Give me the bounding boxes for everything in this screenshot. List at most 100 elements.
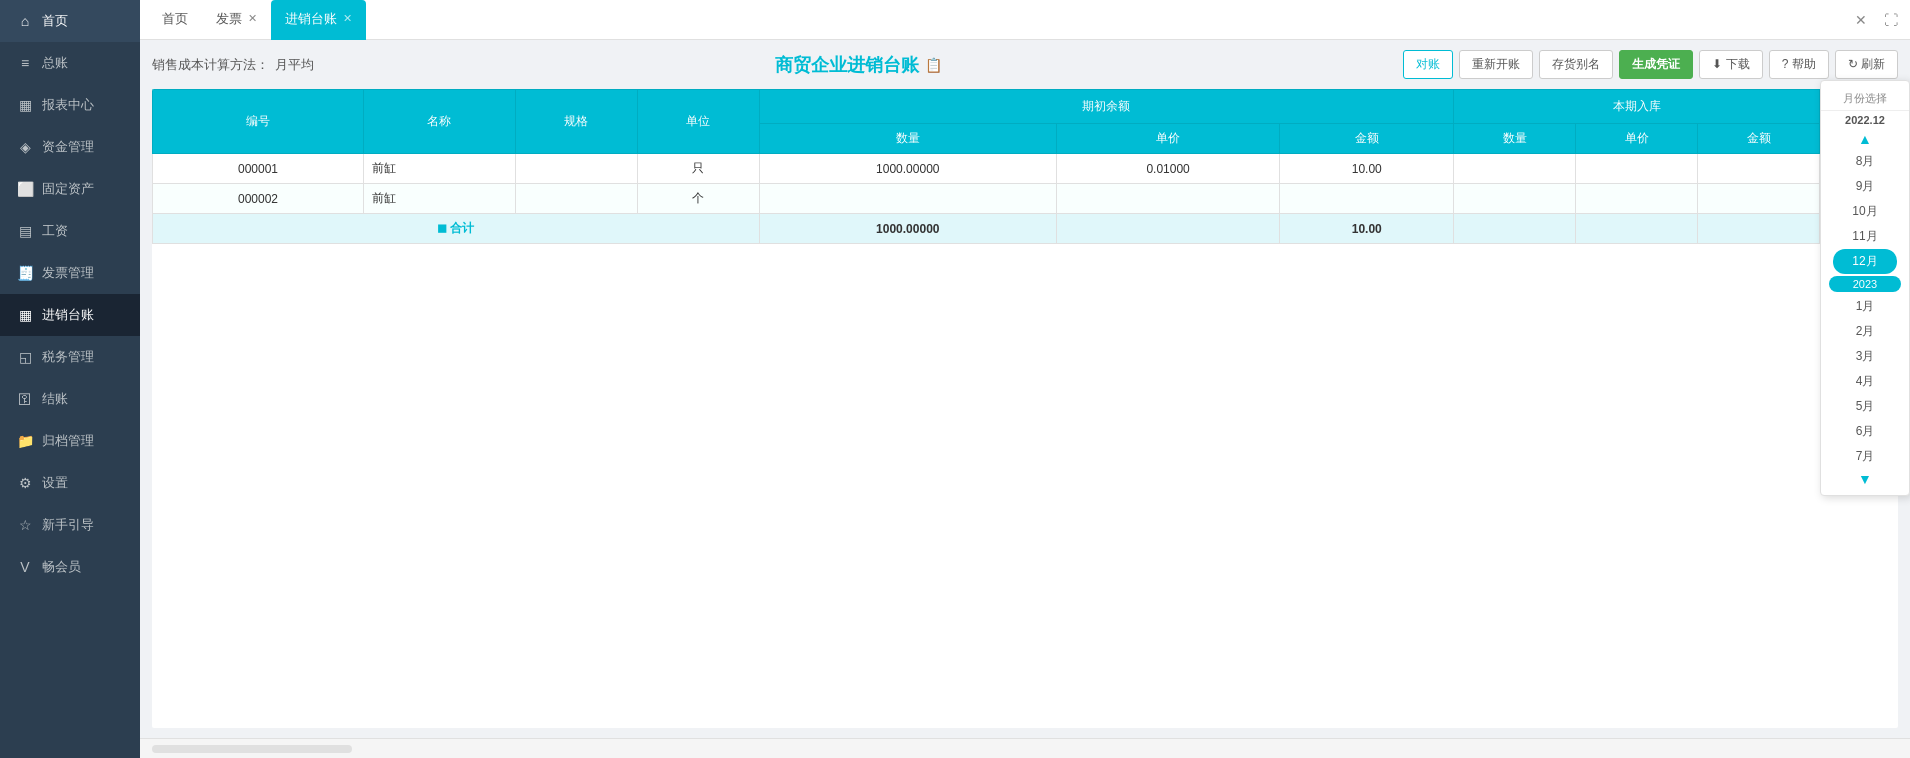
download-button[interactable]: ⬇ 下载: [1699, 50, 1762, 79]
total-label: ◼ 合计: [153, 214, 760, 244]
sidebar: ⌂ 首页 ≡ 总账 ▦ 报表中心 ◈ 资金管理 ⬜ 固定资产 ▤ 工资 🧾 发票…: [0, 0, 140, 758]
sidebar-item-ledger[interactable]: ≡ 总账: [0, 42, 140, 84]
table-row: 000001 前缸 只 1000.00000 0.01000 10.00: [153, 154, 1898, 184]
sidebar-item-archive[interactable]: 📁 归档管理: [0, 420, 140, 462]
main-content: 首页 发票 ✕ 进销台账 ✕ ✕ ⛶ 销售成本计算方法： 月平均 商贸企业进销台…: [140, 0, 1910, 758]
cost-method-label: 销售成本计算方法：: [152, 56, 269, 74]
sidebar-item-invoice-mgmt[interactable]: 🧾 发票管理: [0, 252, 140, 294]
month-2[interactable]: 2月: [1821, 319, 1909, 344]
reconcile-button[interactable]: 对账: [1403, 50, 1453, 79]
cell-spec: [515, 154, 637, 184]
col-sub-ob-amount: 金额: [1280, 124, 1454, 154]
tab-purchase-sales-close-icon[interactable]: ✕: [343, 12, 352, 25]
home-icon: ⌂: [16, 13, 34, 29]
col-sub-in-qty: 数量: [1454, 124, 1576, 154]
reopen-button[interactable]: 重新开账: [1459, 50, 1533, 79]
guide-icon: ☆: [16, 517, 34, 533]
sidebar-item-tax[interactable]: ◱ 税务管理: [0, 336, 140, 378]
cell-unit: 个: [637, 184, 759, 214]
month-7[interactable]: 7月: [1821, 444, 1909, 469]
cell-unit: 只: [637, 154, 759, 184]
month-panel-title: 月份选择: [1821, 87, 1909, 111]
month-12[interactable]: 12月: [1833, 249, 1897, 274]
tab-invoice[interactable]: 发票 ✕: [202, 0, 271, 40]
title-note-icon: 📋: [925, 57, 942, 73]
month-4[interactable]: 4月: [1821, 369, 1909, 394]
help-button[interactable]: ? 帮助: [1769, 50, 1829, 79]
total-in-amount: [1698, 214, 1820, 244]
total-in-unit-price: [1576, 214, 1698, 244]
funds-icon: ◈: [16, 139, 34, 155]
sidebar-item-member[interactable]: V 畅会员: [0, 546, 140, 588]
col-header-current-in: 本期入库: [1454, 90, 1820, 124]
archive-icon: 📁: [16, 433, 34, 449]
col-header-opening-balance: 期初余额: [759, 90, 1454, 124]
cell-ob-qty: 1000.00000: [759, 154, 1056, 184]
cell-ob-amount: 10.00: [1280, 154, 1454, 184]
purchase-sales-icon: ▦: [16, 307, 34, 323]
col-sub-ob-unit-price: 单价: [1056, 124, 1279, 154]
sidebar-item-salary[interactable]: ▤ 工资: [0, 210, 140, 252]
year-2023-label: 2023: [1829, 276, 1901, 292]
total-icon: ◼: [437, 221, 447, 235]
toolbar-actions: 对账 重新开账 存货别名 生成凭证 ⬇ 下载 ? 帮助 ↻ 刷新: [1403, 50, 1898, 79]
save-alias-button[interactable]: 存货别名: [1539, 50, 1613, 79]
generate-voucher-button[interactable]: 生成凭证: [1619, 50, 1693, 79]
page-title: 商贸企业进销台账 📋: [775, 53, 942, 77]
col-sub-in-unit-price: 单价: [1576, 124, 1698, 154]
sidebar-item-reports[interactable]: ▦ 报表中心: [0, 84, 140, 126]
status-bar: [140, 738, 1910, 758]
toolbar: 销售成本计算方法： 月平均 商贸企业进销台账 📋 对账 重新开账 存货别名 生成…: [152, 50, 1898, 79]
month-5[interactable]: 5月: [1821, 394, 1909, 419]
cell-ob-unit-price: [1056, 184, 1279, 214]
col-header-name: 名称: [363, 90, 515, 154]
download-icon: ⬇: [1712, 57, 1722, 71]
month-6[interactable]: 6月: [1821, 419, 1909, 444]
cell-ob-unit-price: 0.01000: [1056, 154, 1279, 184]
sidebar-item-guide[interactable]: ☆ 新手引导: [0, 504, 140, 546]
window-close-button[interactable]: ✕: [1850, 9, 1872, 31]
page-content: 销售成本计算方法： 月平均 商贸企业进销台账 📋 对账 重新开账 存货别名 生成…: [140, 40, 1910, 738]
table-row: 000002 前缸 个: [153, 184, 1898, 214]
cell-in-amount: [1698, 184, 1820, 214]
month-9[interactable]: 9月: [1821, 174, 1909, 199]
tab-home[interactable]: 首页: [148, 0, 202, 40]
window-maximize-button[interactable]: ⛶: [1880, 9, 1902, 31]
col-header-unit: 单位: [637, 90, 759, 154]
scrollbar[interactable]: [152, 745, 352, 753]
sidebar-item-purchase-sales[interactable]: ▦ 进销台账: [0, 294, 140, 336]
month-8[interactable]: 8月: [1821, 149, 1909, 174]
tab-purchase-sales[interactable]: 进销台账 ✕: [271, 0, 366, 40]
col-sub-in-amount: 金额: [1698, 124, 1820, 154]
cell-ob-amount: [1280, 184, 1454, 214]
cell-name: 前缸: [363, 184, 515, 214]
col-header-code: 编号: [153, 90, 364, 154]
cell-in-unit-price: [1576, 184, 1698, 214]
month-11[interactable]: 11月: [1821, 224, 1909, 249]
sidebar-item-home[interactable]: ⌂ 首页: [0, 0, 140, 42]
refresh-button[interactable]: ↻ 刷新: [1835, 50, 1898, 79]
month-scroll-down[interactable]: ▼: [1821, 469, 1909, 489]
member-icon: V: [16, 559, 34, 575]
sidebar-item-close[interactable]: ⚿ 结账: [0, 378, 140, 420]
tab-bar: 首页 发票 ✕ 进销台账 ✕ ✕ ⛶: [140, 0, 1910, 40]
refresh-icon: ↻: [1848, 57, 1858, 71]
cell-spec: [515, 184, 637, 214]
assets-icon: ⬜: [16, 181, 34, 197]
cell-in-qty: [1454, 184, 1576, 214]
cell-code: 000002: [153, 184, 364, 214]
col-header-spec: 规格: [515, 90, 637, 154]
month-10[interactable]: 10月: [1821, 199, 1909, 224]
total-ob-unit-price: [1056, 214, 1279, 244]
month-3[interactable]: 3月: [1821, 344, 1909, 369]
cell-ob-qty: [759, 184, 1056, 214]
cell-name: 前缸: [363, 154, 515, 184]
sidebar-item-funds[interactable]: ◈ 资金管理: [0, 126, 140, 168]
reports-icon: ▦: [16, 97, 34, 113]
tab-invoice-close-icon[interactable]: ✕: [248, 12, 257, 25]
sidebar-item-assets[interactable]: ⬜ 固定资产: [0, 168, 140, 210]
cell-in-unit-price: [1576, 154, 1698, 184]
month-scroll-up[interactable]: ▲: [1821, 129, 1909, 149]
month-1[interactable]: 1月: [1821, 294, 1909, 319]
sidebar-item-settings[interactable]: ⚙ 设置: [0, 462, 140, 504]
